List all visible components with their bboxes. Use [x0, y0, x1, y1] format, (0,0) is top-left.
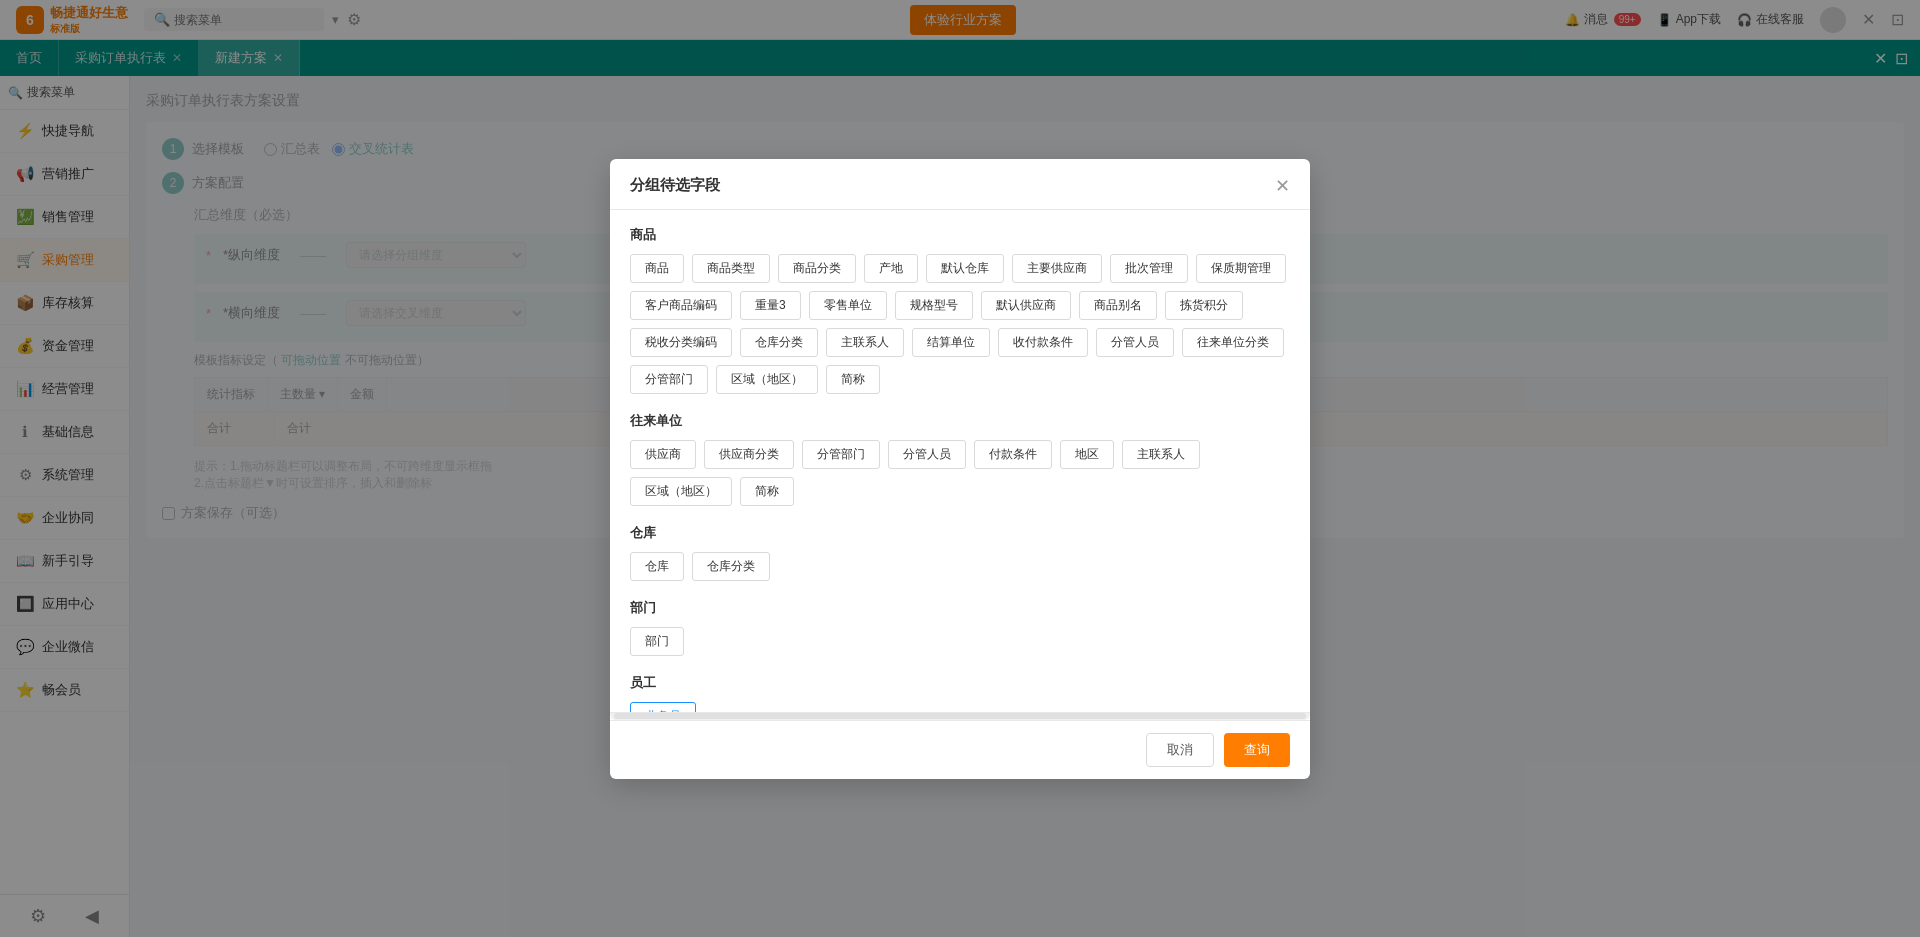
section-department-fields: 部门	[630, 627, 1290, 656]
field-tag[interactable]: 商品别名	[1079, 291, 1157, 320]
field-tag[interactable]: 零售单位	[809, 291, 887, 320]
section-goods: 商品 商品 商品类型 商品分类 产地 默认仓库 主要供应商 批次管理 保质期管理…	[630, 226, 1290, 394]
cancel-button[interactable]: 取消	[1146, 733, 1214, 767]
field-tag[interactable]: 区域（地区）	[716, 365, 818, 394]
field-tag[interactable]: 结算单位	[912, 328, 990, 357]
field-tag[interactable]: 分管人员	[888, 440, 966, 469]
field-tag[interactable]: 部门	[630, 627, 684, 656]
section-partner: 往来单位 供应商 供应商分类 分管部门 分管人员 付款条件 地区 主联系人 区域…	[630, 412, 1290, 506]
modal-title: 分组待选字段	[630, 176, 720, 195]
section-partner-title: 往来单位	[630, 412, 1290, 430]
field-tag[interactable]: 批次管理	[1110, 254, 1188, 283]
field-tag[interactable]: 拣货积分	[1165, 291, 1243, 320]
field-tag[interactable]: 供应商	[630, 440, 696, 469]
field-tag[interactable]: 仓库分类	[740, 328, 818, 357]
field-tag[interactable]: 重量3	[740, 291, 801, 320]
modal-scroll-track	[614, 713, 1306, 719]
field-tag[interactable]: 收付款条件	[998, 328, 1088, 357]
field-tag[interactable]: 保质期管理	[1196, 254, 1286, 283]
field-tag[interactable]: 主联系人	[826, 328, 904, 357]
field-tag[interactable]: 简称	[740, 477, 794, 506]
section-goods-title: 商品	[630, 226, 1290, 244]
field-tag[interactable]: 仓库	[630, 552, 684, 581]
field-tag[interactable]: 产地	[864, 254, 918, 283]
field-tag[interactable]: 地区	[1060, 440, 1114, 469]
field-tag[interactable]: 区域（地区）	[630, 477, 732, 506]
field-tag[interactable]: 简称	[826, 365, 880, 394]
modal-header: 分组待选字段 ✕	[610, 159, 1310, 210]
section-partner-fields: 供应商 供应商分类 分管部门 分管人员 付款条件 地区 主联系人 区域（地区） …	[630, 440, 1290, 506]
field-tag[interactable]: 分管人员	[1096, 328, 1174, 357]
modal-footer: 取消 查询	[610, 720, 1310, 779]
modal-close-button[interactable]: ✕	[1275, 175, 1290, 197]
field-tag[interactable]: 商品类型	[692, 254, 770, 283]
modal-body: 商品 商品 商品类型 商品分类 产地 默认仓库 主要供应商 批次管理 保质期管理…	[610, 210, 1310, 712]
section-employee-fields: 业务员	[630, 702, 1290, 712]
field-tag[interactable]: 供应商分类	[704, 440, 794, 469]
section-warehouse-title: 仓库	[630, 524, 1290, 542]
field-tag[interactable]: 主要供应商	[1012, 254, 1102, 283]
section-department-title: 部门	[630, 599, 1290, 617]
field-tag[interactable]: 往来单位分类	[1182, 328, 1284, 357]
field-tag[interactable]: 仓库分类	[692, 552, 770, 581]
section-warehouse: 仓库 仓库 仓库分类	[630, 524, 1290, 581]
section-warehouse-fields: 仓库 仓库分类	[630, 552, 1290, 581]
field-tag[interactable]: 税收分类编码	[630, 328, 732, 357]
section-department: 部门 部门	[630, 599, 1290, 656]
section-goods-fields: 商品 商品类型 商品分类 产地 默认仓库 主要供应商 批次管理 保质期管理 客户…	[630, 254, 1290, 394]
confirm-button[interactable]: 查询	[1224, 733, 1290, 767]
field-tag[interactable]: 客户商品编码	[630, 291, 732, 320]
field-tag[interactable]: 业务员	[630, 702, 696, 712]
field-tag[interactable]: 付款条件	[974, 440, 1052, 469]
field-tag[interactable]: 默认仓库	[926, 254, 1004, 283]
field-tag[interactable]: 分管部门	[630, 365, 708, 394]
field-tag[interactable]: 主联系人	[1122, 440, 1200, 469]
field-tag[interactable]: 规格型号	[895, 291, 973, 320]
field-tag[interactable]: 商品	[630, 254, 684, 283]
modal-horizontal-scrollbar[interactable]	[610, 712, 1310, 720]
field-tag[interactable]: 分管部门	[802, 440, 880, 469]
section-employee-title: 员工	[630, 674, 1290, 692]
field-tag[interactable]: 默认供应商	[981, 291, 1071, 320]
modal: 分组待选字段 ✕ 商品 商品 商品类型 商品分类 产地 默认仓库 主要供应商 批…	[610, 159, 1310, 779]
modal-overlay: 分组待选字段 ✕ 商品 商品 商品类型 商品分类 产地 默认仓库 主要供应商 批…	[0, 0, 1920, 937]
field-tag[interactable]: 商品分类	[778, 254, 856, 283]
section-employee: 员工 业务员	[630, 674, 1290, 712]
